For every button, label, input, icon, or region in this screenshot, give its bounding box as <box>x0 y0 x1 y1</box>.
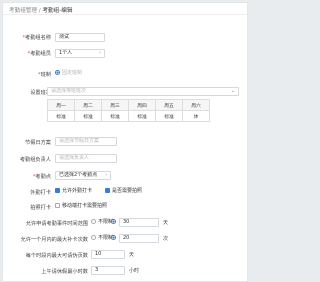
early-unlimited-radio[interactable]: 不限制 <box>91 219 113 226</box>
checkbox-checked-icon <box>105 188 110 193</box>
early-limit-radio[interactable] <box>111 219 118 226</box>
monthly-unit: 次 <box>163 236 169 242</box>
min-hours-unit: 小时 <box>129 268 140 274</box>
allow-field-checkbox[interactable]: 允许外勤打卡 <box>55 188 92 195</box>
week-shift[interactable]: 标准 <box>47 110 75 122</box>
max-leave-unit: 天 <box>129 252 135 258</box>
name-input[interactable]: 测试 <box>55 33 105 42</box>
monthly-makeup-label: 允许一个月内的最大补卡次数 <box>20 237 88 243</box>
method-select[interactable]: 已选择2个考勤点 › <box>55 171 111 180</box>
checkbox-icon <box>55 203 60 208</box>
mobile-photo-checkbox[interactable]: 移动端打卡需要拍照 <box>55 203 107 210</box>
name-label: *考勤组名称 <box>22 35 51 41</box>
week-day: 周三 <box>101 99 129 111</box>
max-leave-label: 每个时段内最大可请伪页数 <box>25 253 88 259</box>
week-shift[interactable]: 标准 <box>128 110 156 122</box>
monthly-count-input[interactable]: 20 <box>119 234 159 243</box>
radio-checked-icon <box>55 70 60 75</box>
week-shift[interactable]: 标准 <box>101 110 129 122</box>
early-unit: 天 <box>163 220 169 226</box>
week-shift[interactable]: 标准 <box>155 110 183 122</box>
owner-select[interactable]: 请选择负责人 <box>55 154 117 163</box>
header-divider <box>3 14 247 15</box>
holiday-label: 节假日方案 <box>25 140 51 146</box>
checkbox-checked-icon <box>55 188 60 193</box>
weekly-schedule-table: 周一 周二 周三 周四 周五 周六 标准 标准 标准 标准 标准 休 <box>47 99 210 122</box>
radio-icon <box>91 235 96 240</box>
owner-label: 考勤组负责人 <box>19 157 51 163</box>
monthly-limit-radio[interactable] <box>111 235 118 242</box>
photo-label: 拍照打卡 <box>30 205 51 211</box>
week-shift[interactable]: 休 <box>182 110 210 122</box>
week-day: 周二 <box>74 99 102 111</box>
schedule-label: 设置班次 <box>30 90 51 96</box>
early-days-input[interactable]: 30 <box>119 218 159 227</box>
method-label: *考勤点 <box>32 174 51 180</box>
radio-checked-icon <box>111 235 116 240</box>
week-day: 周一 <box>47 99 75 111</box>
schedule-select[interactable]: 请选择排班班次 ⌄ <box>47 87 239 96</box>
week-day: 周六 <box>182 99 210 111</box>
min-hours-label: 上午请休假最小时数 <box>41 269 88 275</box>
early-apply-label: 允许申请考勤事件时间范围 <box>25 221 88 227</box>
type-label: *班制 <box>38 72 51 78</box>
type-radio[interactable]: 固定班制 <box>55 70 82 77</box>
edit-panel: 考勤组管理 / 考勤组-编辑 *考勤组名称 测试 *考勤组员 1个人 › *班制 … <box>2 2 248 282</box>
chevron-down-icon: ⌄ <box>230 88 235 94</box>
holiday-select[interactable]: 请选择节假日方案 <box>55 137 117 146</box>
week-shift[interactable]: 标准 <box>74 110 102 122</box>
radio-icon <box>91 219 96 224</box>
breadcrumb: 考勤组管理 / 考勤组-编辑 <box>9 6 72 14</box>
require-photo-checkbox[interactable]: 是否需要拍照 <box>105 188 142 195</box>
members-select[interactable]: 1个人 › <box>55 49 105 58</box>
field-label: 外勤打卡 <box>30 190 51 196</box>
members-label: *考勤组员 <box>27 51 51 57</box>
chevron-right-icon: › <box>105 172 107 178</box>
week-day: 周五 <box>155 99 183 111</box>
min-hours-input[interactable]: 3 <box>91 266 125 275</box>
monthly-unlimited-radio[interactable]: 不限制 <box>91 235 113 242</box>
week-day: 周四 <box>128 99 156 111</box>
max-leave-input[interactable]: 10 <box>91 250 125 259</box>
radio-checked-icon <box>111 219 116 224</box>
chevron-right-icon: › <box>99 50 101 56</box>
